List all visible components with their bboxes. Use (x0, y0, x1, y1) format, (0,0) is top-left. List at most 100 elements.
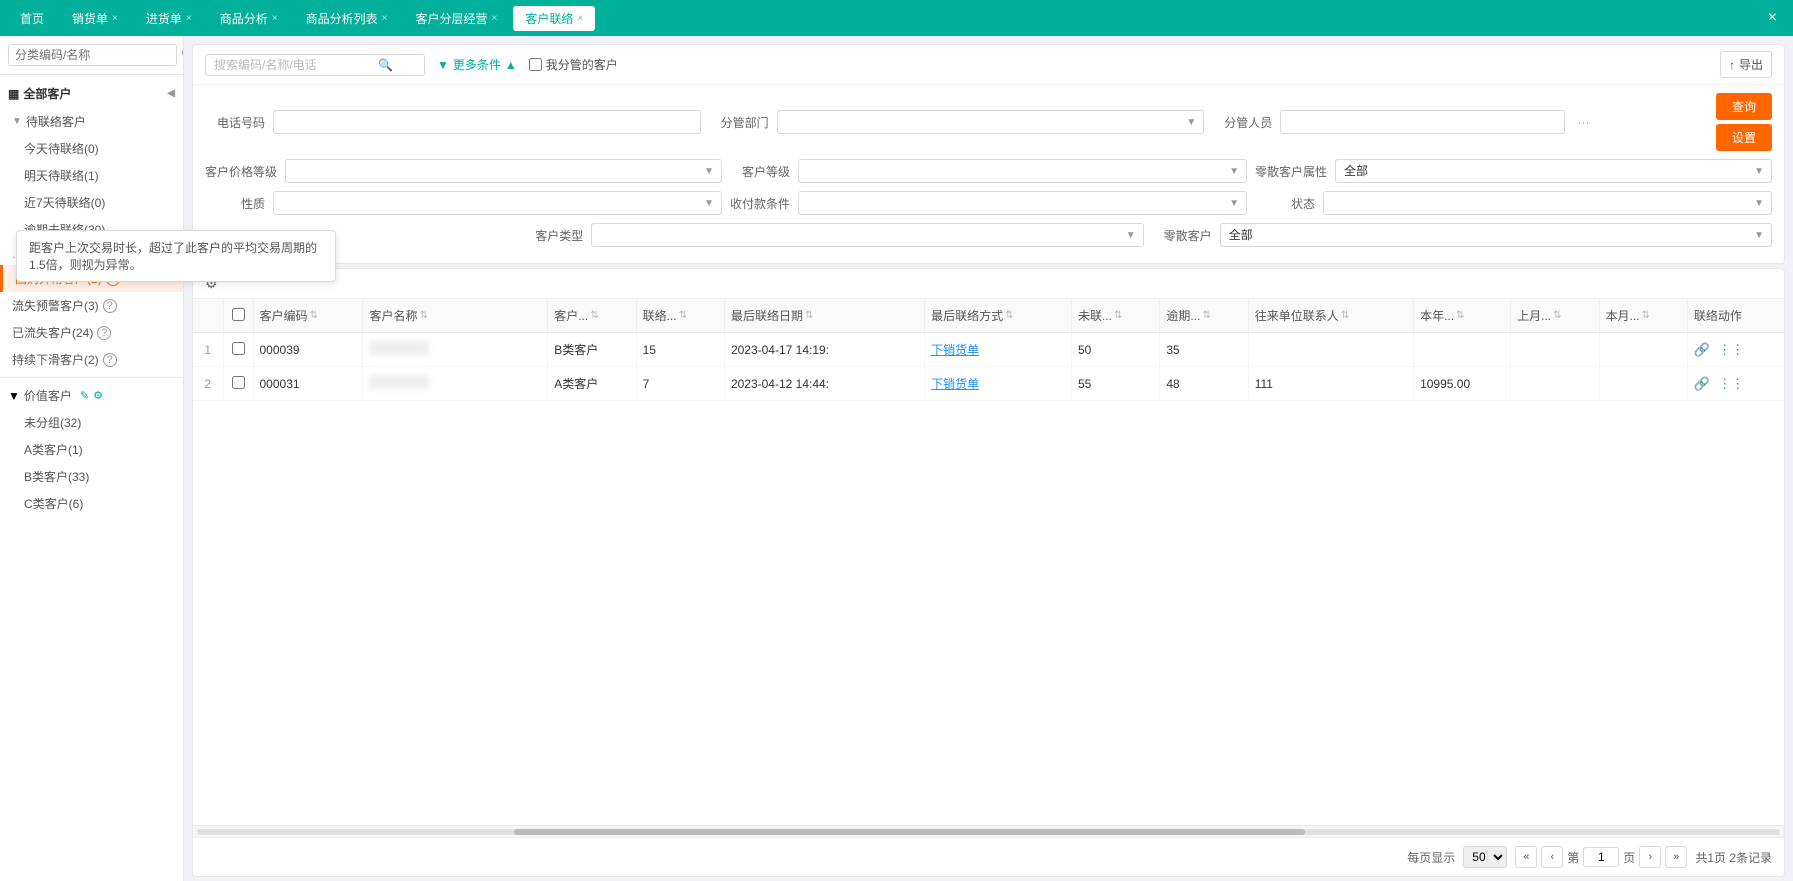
page-size-select[interactable]: 50 (1463, 846, 1507, 868)
edit-icon[interactable]: ✎ (80, 389, 89, 402)
nav-product-analysis-close[interactable]: × (272, 13, 278, 24)
nav-customer-tier[interactable]: 客户分层经营 × (403, 6, 509, 31)
main-layout: 🔍 ▦ 全部客户 ◀ ▼ 待联络客户 今天待联络(0) 明天待联络(1) 近7天 (0, 36, 1793, 881)
sidebar-lost-warning[interactable]: 流失预警客户(3) ? (0, 292, 183, 319)
my-customers-checkbox-area[interactable]: 我分管的客户 (529, 56, 618, 73)
filter-retail-customer: 零散客户 全部 ▼ (1152, 223, 1772, 247)
last-page-btn[interactable]: » (1665, 846, 1687, 868)
my-customers-checkbox[interactable] (529, 58, 542, 71)
action-link-icon-0[interactable]: 🔗 (1694, 342, 1710, 358)
payment-terms-select[interactable] (798, 191, 1247, 215)
overdue-sort-icon[interactable]: ⇅ (1202, 310, 1210, 321)
thisyear-sort-icon[interactable]: ⇅ (1456, 310, 1464, 321)
customer-level-select-wrapper: ▼ (798, 159, 1247, 183)
gender-select[interactable] (273, 191, 722, 215)
sidebar-class-b[interactable]: B类客户(33) (0, 463, 183, 490)
table-header-row: 客户编码⇅ 客户名称⇅ 客户...⇅ 联络...⇅ (193, 299, 1784, 333)
tooltip-box: 距客户上次交易时长，超过了此客户的平均交易周期的1.5倍，则视为异常。 (16, 230, 336, 282)
price-level-select[interactable] (285, 159, 722, 183)
table-scroll-area[interactable]: 客户编码⇅ 客户名称⇅ 客户...⇅ 联络...⇅ (193, 299, 1784, 825)
page-input[interactable] (1583, 847, 1619, 867)
horizontal-scrollbar[interactable] (193, 825, 1784, 837)
sidebar-value-customers-header[interactable]: ▼ 价值客户 ✎ ⚙ (0, 382, 183, 409)
customer-type-select[interactable] (591, 223, 1143, 247)
nav-home[interactable]: 首页 (8, 6, 56, 31)
nav-product-list[interactable]: 商品分析列表 × (294, 6, 400, 31)
action-link-icon-1[interactable]: 🔗 (1694, 376, 1710, 392)
main-search-icon[interactable]: 🔍 (378, 58, 393, 72)
cell-lastmethod-1[interactable]: 下销货单 (925, 367, 1072, 401)
cell-overdue-0: 35 (1160, 333, 1248, 367)
cell-overdue-1: 48 (1160, 367, 1248, 401)
nav-purchase[interactable]: 进货单 × (134, 6, 204, 31)
query-button[interactable]: 查询 (1716, 93, 1772, 120)
manager-input[interactable] (1280, 110, 1565, 134)
settings-button[interactable]: 设置 (1716, 124, 1772, 151)
sidebar-class-a[interactable]: A类客户(1) (0, 436, 183, 463)
sidebar-tomorrow-pending[interactable]: 明天待联络(1) (0, 162, 183, 189)
contact-sort-icon[interactable]: ⇅ (679, 310, 687, 321)
prev-page-btn[interactable]: ‹ (1541, 846, 1563, 868)
lastmonth-sort-icon[interactable]: ⇅ (1553, 310, 1561, 321)
sidebar-pending-section[interactable]: ▼ 待联络客户 (0, 108, 183, 135)
nav-customer-contact-close[interactable]: × (577, 13, 583, 24)
table-toolbar: ⚙ (193, 269, 1784, 299)
retail-customer-select[interactable]: 全部 (1220, 223, 1772, 247)
h-scroll-track (197, 829, 1780, 835)
nav-customer-tier-close[interactable]: × (491, 13, 497, 24)
th-overdue: 逾期...⇅ (1160, 299, 1248, 333)
th-this-month: 本月...⇅ (1599, 299, 1687, 333)
name-sort-icon[interactable]: ⇅ (419, 310, 427, 321)
sidebar-class-c[interactable]: C类客户(6) (0, 490, 183, 517)
first-page-btn[interactable]: « (1515, 846, 1537, 868)
phone-input[interactable] (273, 110, 701, 134)
thismonth-sort-icon[interactable]: ⇅ (1642, 310, 1650, 321)
settings-small-icon[interactable]: ⚙ (93, 389, 103, 402)
cell-lastmethod-0[interactable]: 下销货单 (925, 333, 1072, 367)
nav-sales-close[interactable]: × (112, 13, 118, 24)
export-button[interactable]: ↑ 导出 (1720, 51, 1772, 78)
sidebar-7day-pending[interactable]: 近7天待联络(0) (0, 189, 183, 216)
code-sort-icon[interactable]: ⇅ (310, 310, 318, 321)
next-page-btn[interactable]: › (1639, 846, 1661, 868)
chevron-up-icon: ▲ (505, 58, 517, 72)
sidebar-today-pending[interactable]: 今天待联络(0) (0, 135, 183, 162)
action-more-icon-0[interactable]: ⋮⋮ (1718, 342, 1744, 358)
status-select[interactable] (1323, 191, 1772, 215)
lastmethod-sort-icon[interactable]: ⇅ (1005, 310, 1013, 321)
level-sort-icon[interactable]: ⇅ (590, 310, 598, 321)
sidebar-search-input[interactable] (8, 44, 177, 66)
sidebar-ungrouped[interactable]: 未分组(32) (0, 409, 183, 436)
nav-customer-contact[interactable]: 客户联络 × (513, 6, 595, 31)
uncontacted-sort-icon[interactable]: ⇅ (1114, 310, 1122, 321)
retail-attr-select-wrapper: 全部 ▼ (1335, 159, 1772, 183)
nav-purchase-close[interactable]: × (186, 13, 192, 24)
sidebar-all-customers[interactable]: ▦ 全部客户 ◀ (0, 79, 183, 108)
cell-check-1[interactable] (223, 367, 253, 401)
more-conditions-btn[interactable]: ▼ 更多条件 ▲ (437, 56, 517, 73)
nav-product-list-close[interactable]: × (382, 13, 388, 24)
main-search-input[interactable] (214, 58, 374, 72)
nav-product-analysis[interactable]: 商品分析 × (208, 6, 290, 31)
sidebar-already-lost[interactable]: 已流失客户(24) ? (0, 319, 183, 346)
th-unit-contact: 往来单位联系人⇅ (1248, 299, 1413, 333)
unitcontact-sort-icon[interactable]: ⇅ (1341, 310, 1349, 321)
retail-attr-select[interactable]: 全部 (1335, 159, 1772, 183)
gender-select-wrapper: ▼ (273, 191, 722, 215)
manager-dots[interactable]: ··· (1573, 115, 1593, 129)
pagination: 每页显示 50 « ‹ 第 页 › » 共1页 2条记录 (193, 837, 1784, 876)
department-select[interactable] (777, 110, 1205, 134)
nav-window-close[interactable]: × (1760, 9, 1785, 27)
customer-level-select[interactable] (798, 159, 1247, 183)
filter-icon: ▼ (437, 58, 449, 72)
sidebar-continuous-down[interactable]: 持续下滑客户(2) ? (0, 346, 183, 373)
filter-phone: 电话号码 (205, 110, 701, 134)
sidebar-collapse-btn[interactable]: ◀ (167, 88, 175, 99)
cell-check-0[interactable] (223, 333, 253, 367)
select-all-checkbox[interactable] (232, 308, 245, 321)
row-checkbox-1[interactable] (232, 376, 245, 389)
lastdate-sort-icon[interactable]: ⇅ (805, 310, 813, 321)
row-checkbox-0[interactable] (232, 342, 245, 355)
nav-sales[interactable]: 销货单 × (60, 6, 130, 31)
action-more-icon-1[interactable]: ⋮⋮ (1718, 376, 1744, 392)
